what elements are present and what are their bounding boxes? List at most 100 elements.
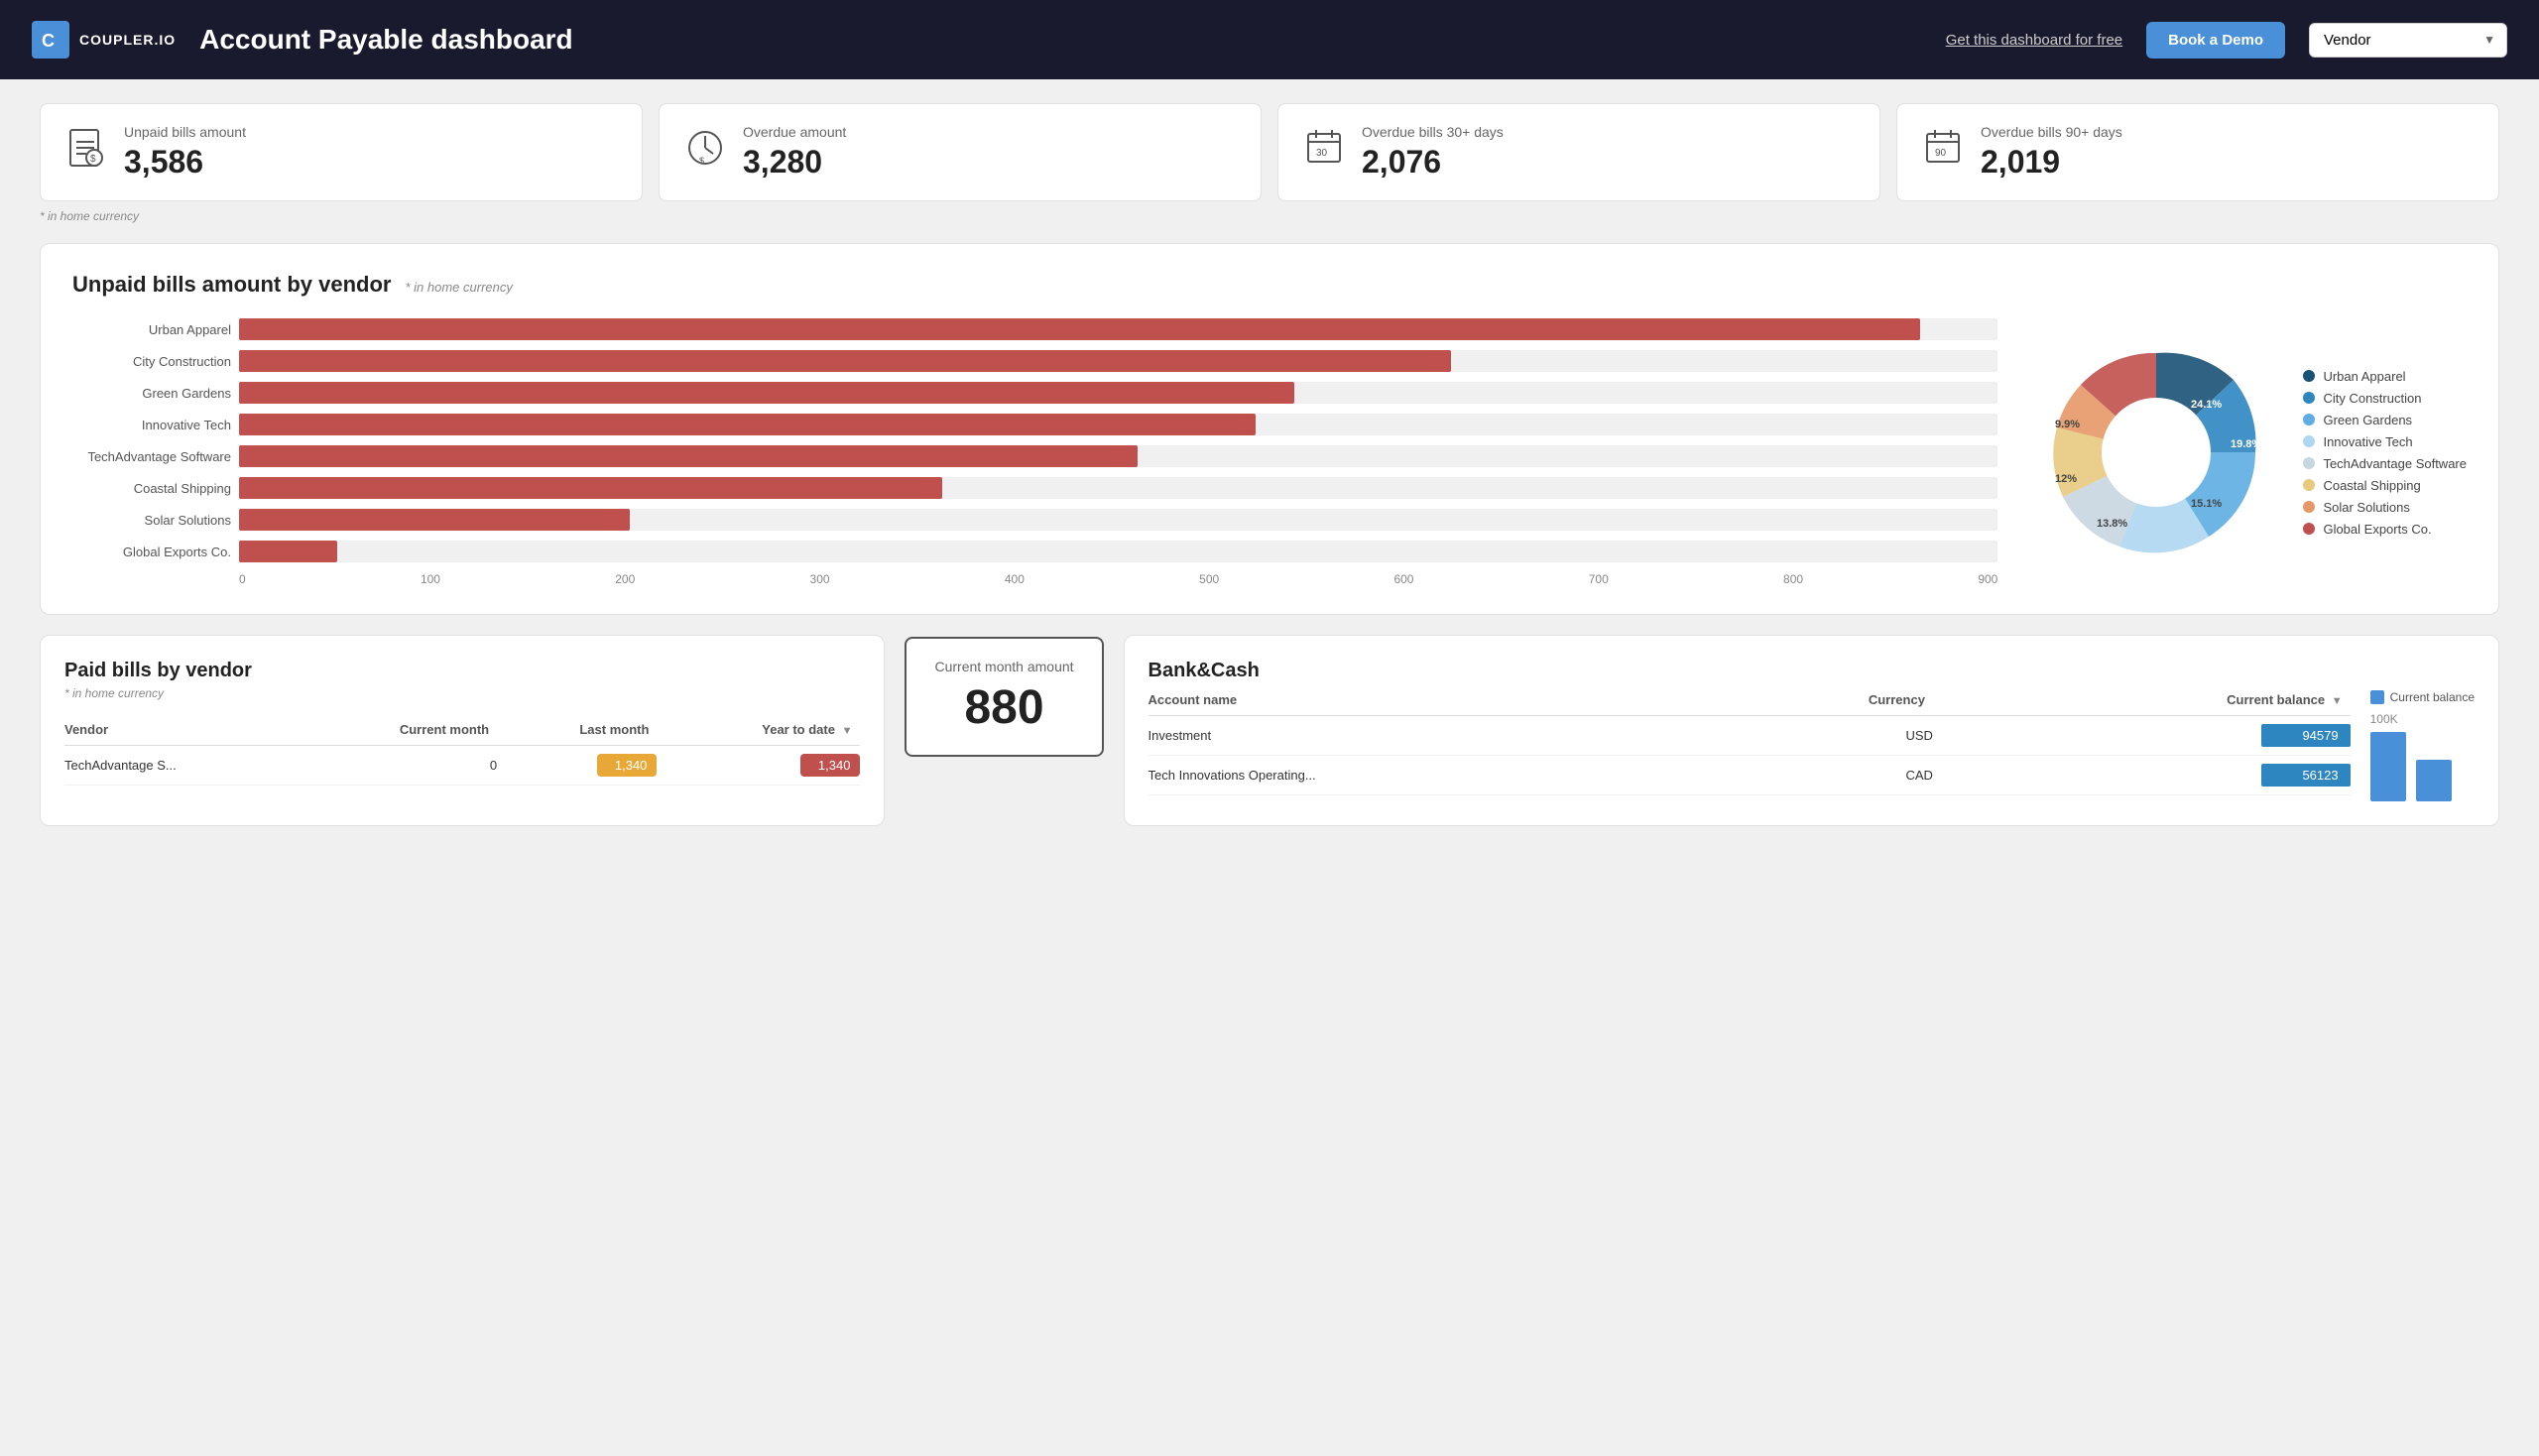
legend-dot-green xyxy=(2303,414,2315,425)
unpaid-chart-title: Unpaid bills amount by vendor xyxy=(72,272,391,298)
svg-text:$: $ xyxy=(90,154,96,165)
vendor-filter-wrapper: Vendor All Vendors Urban Apparel City Co… xyxy=(2309,23,2507,58)
x-axis: 0 100 200 300 400 500 600 700 800 900 xyxy=(239,572,1997,586)
svg-text:19.8%: 19.8% xyxy=(2231,438,2261,450)
bar-label-city: City Construction xyxy=(72,354,231,369)
kpi-overdue-30-label: Overdue bills 30+ days xyxy=(1362,124,1504,140)
year-to-date-badge: 1,340 xyxy=(800,754,860,777)
bank-cash-title: Bank&Cash xyxy=(1149,660,2475,682)
svg-text:$: $ xyxy=(699,156,704,166)
vendor-select[interactable]: Vendor All Vendors Urban Apparel City Co… xyxy=(2309,23,2507,58)
bar-track-coastal xyxy=(239,477,1997,499)
kpi-overdue-label: Overdue amount xyxy=(743,124,846,140)
kpi-overdue-value: 3,280 xyxy=(743,144,846,181)
legend-dot-innovative xyxy=(2303,435,2315,447)
current-month-box: Current month amount 880 xyxy=(905,637,1103,757)
app-header: C COUPLER.IO Account Payable dashboard G… xyxy=(0,0,2539,79)
cell-account-tech: Tech Innovations Operating... xyxy=(1149,756,1715,795)
kpi-unpaid-bills: $ Unpaid bills amount 3,586 xyxy=(40,103,643,201)
book-demo-button[interactable]: Book a Demo xyxy=(2146,22,2285,59)
bar-row-techadvantage: TechAdvantage Software xyxy=(72,445,1997,467)
bar-track-global xyxy=(239,541,1997,562)
legend-dot-coastal xyxy=(2303,479,2315,491)
svg-text:90: 90 xyxy=(1935,148,1947,159)
legend-green: Green Gardens xyxy=(2303,413,2467,427)
bank-bar-tech xyxy=(2416,760,2452,801)
unpaid-bills-chart-section: Unpaid bills amount by vendor * in home … xyxy=(40,243,2499,615)
paid-bills-title: Paid bills by vendor xyxy=(64,660,860,682)
kpi-overdue-info: Overdue amount 3,280 xyxy=(743,124,846,181)
bank-chart-area: Account name Currency Current balance ▼ … xyxy=(1149,686,2475,801)
page-title: Account Payable dashboard xyxy=(199,24,1922,56)
legend-city: City Construction xyxy=(2303,391,2467,406)
bar-fill-techadvantage xyxy=(239,445,1138,467)
bank-bars xyxy=(2370,732,2475,801)
legend-coastal: Coastal Shipping xyxy=(2303,478,2467,493)
bank-mini-chart: Current balance 100K xyxy=(2370,686,2475,801)
balance-legend-square xyxy=(2370,690,2384,704)
bar-track-techadvantage xyxy=(239,445,1997,467)
legend-techadvantage: TechAdvantage Software xyxy=(2303,456,2467,471)
paid-bills-section: Paid bills by vendor * in home currency … xyxy=(40,635,885,826)
cell-balance-investment: 94579 xyxy=(1933,716,2351,756)
bar-track-solar xyxy=(239,509,1997,531)
bar-label-techadvantage: TechAdvantage Software xyxy=(72,449,231,464)
current-balance-legend: Current balance xyxy=(2370,690,2475,704)
svg-text:24.1%: 24.1% xyxy=(2191,399,2222,411)
balance-sort-icon: ▼ xyxy=(2332,695,2343,707)
overdue-90-icon: 90 xyxy=(1921,126,1965,179)
bar-row-urban: Urban Apparel xyxy=(72,318,1997,340)
svg-text:13.8%: 13.8% xyxy=(2097,518,2127,530)
svg-text:15.1%: 15.1% xyxy=(2191,498,2222,510)
legend-label-urban: Urban Apparel xyxy=(2323,369,2405,384)
get-dashboard-link[interactable]: Get this dashboard for free xyxy=(1946,32,2122,49)
cell-account-investment: Investment xyxy=(1149,716,1715,756)
bank-cash-section: Bank&Cash Account name Currency Current … xyxy=(1124,635,2499,826)
bar-track-urban xyxy=(239,318,1997,340)
legend-label-green: Green Gardens xyxy=(2323,413,2412,427)
legend-label-innovative: Innovative Tech xyxy=(2323,434,2412,449)
balance-legend-label: Current balance xyxy=(2390,690,2475,704)
bar-track-city xyxy=(239,350,1997,372)
bar-row-green: Green Gardens xyxy=(72,382,1997,404)
unpaid-chart-subtitle: * in home currency xyxy=(405,280,512,295)
overdue-30-icon: 30 xyxy=(1302,126,1346,179)
chart-row: Urban Apparel City Construction Green Ga… xyxy=(72,318,2467,586)
cell-balance-tech: 56123 xyxy=(1933,756,2351,795)
legend-dot-global xyxy=(2303,523,2315,535)
legend-label-solar: Solar Solutions xyxy=(2323,500,2409,515)
legend-urban: Urban Apparel xyxy=(2303,369,2467,384)
bar-label-global: Global Exports Co. xyxy=(72,545,231,559)
cell-vendor: TechAdvantage S... xyxy=(64,746,296,786)
bar-fill-global xyxy=(239,541,337,562)
bank-row-investment: Investment USD 94579 xyxy=(1149,716,2351,756)
svg-text:9.9%: 9.9% xyxy=(2055,419,2080,430)
donut-legend: Urban Apparel City Construction Green Ga… xyxy=(2303,369,2467,537)
bar-row-city: City Construction xyxy=(72,350,1997,372)
legend-dot-solar xyxy=(2303,501,2315,513)
brand-name: COUPLER.IO xyxy=(79,32,176,48)
table-row: TechAdvantage S... 0 1,340 1,340 xyxy=(64,746,860,786)
paid-bills-note: * in home currency xyxy=(64,686,860,700)
balance-badge-investment: 94579 xyxy=(2261,724,2351,747)
kpi-overdue-90-info: Overdue bills 90+ days 2,019 xyxy=(1981,124,2122,181)
donut-chart-area: 24.1% 19.8% 15.1% 13.8% 12% 9.9% Urban A… xyxy=(2037,333,2467,571)
kpi-overdue-90: 90 Overdue bills 90+ days 2,019 xyxy=(1896,103,2499,201)
bar-fill-city xyxy=(239,350,1451,372)
kpi-overdue: $ Overdue amount 3,280 xyxy=(659,103,1262,201)
th-balance: Current balance ▼ xyxy=(1933,686,2351,716)
current-month-value: 880 xyxy=(964,680,1043,735)
legend-global: Global Exports Co. xyxy=(2303,522,2467,537)
cell-currency-investment: USD xyxy=(1715,716,1933,756)
legend-dot-city xyxy=(2303,392,2315,404)
bar-track-green xyxy=(239,382,1997,404)
kpi-overdue-30-info: Overdue bills 30+ days 2,076 xyxy=(1362,124,1504,181)
balance-badge-tech: 56123 xyxy=(2261,764,2351,787)
bar-row-innovative: Innovative Tech xyxy=(72,414,1997,435)
bar-label-coastal: Coastal Shipping xyxy=(72,481,231,496)
logo-icon: C xyxy=(32,21,69,59)
kpi-row: $ Unpaid bills amount 3,586 $ Overdue am… xyxy=(40,103,2499,201)
svg-text:30: 30 xyxy=(1316,148,1328,159)
table-header-row: Vendor Current month Last month Year to … xyxy=(64,716,860,746)
bank-table-header: Account name Currency Current balance ▼ xyxy=(1149,686,2351,716)
